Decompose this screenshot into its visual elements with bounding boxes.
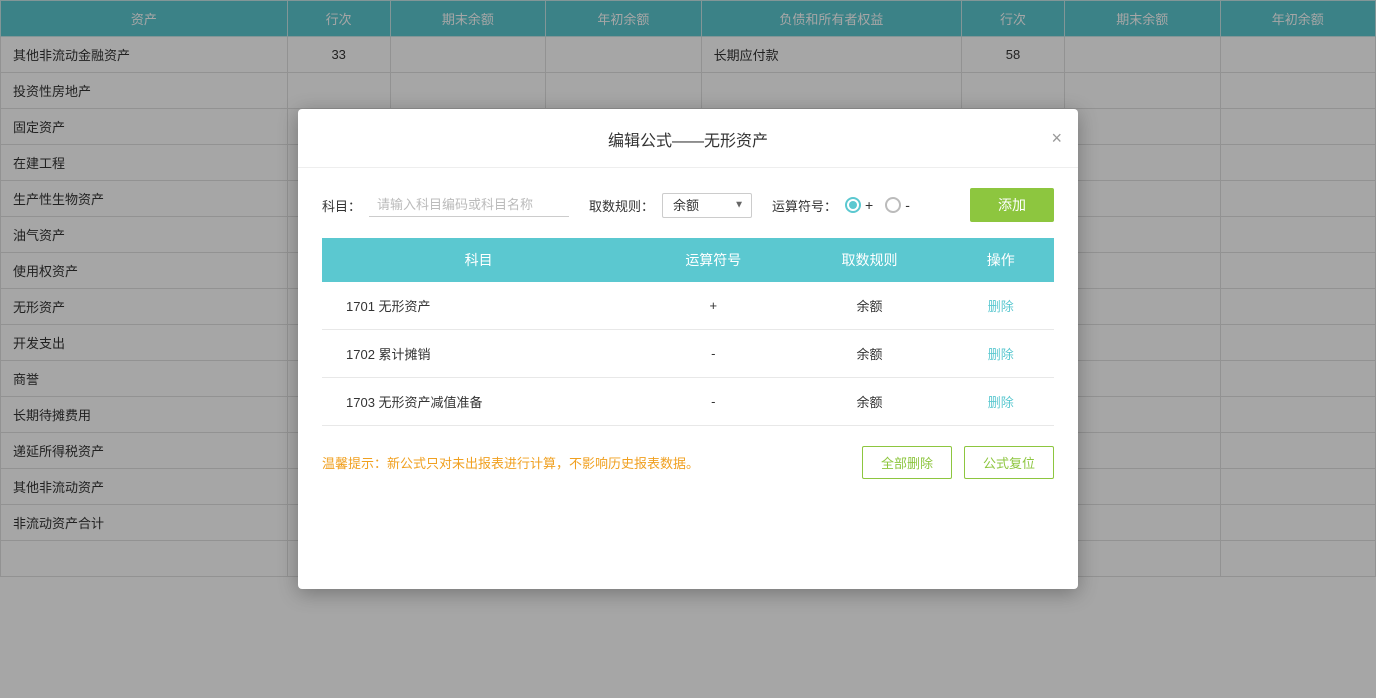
formula-rule-cell: 余额 (791, 378, 947, 426)
rule-select[interactable]: 余额 借方发生额 贷方发生额 (662, 193, 752, 218)
radio-plus-label: + (865, 197, 873, 213)
formula-form: 科目： 取数规则： 余额 借方发生额 贷方发生额 ▼ 运算符号： (298, 168, 1078, 238)
formula-operator-cell: + (635, 282, 791, 330)
formula-table-row: 1703 无形资产减值准备 - 余额 删除 (322, 378, 1054, 426)
rule-group: 取数规则： 余额 借方发生额 贷方发生额 ▼ (589, 193, 752, 218)
modal-title: 编辑公式——无形资产 (608, 127, 768, 151)
add-button[interactable]: 添加 (970, 188, 1054, 222)
modal-dialog: 编辑公式——无形资产 × 科目： 取数规则： 余额 借方发生额 贷方发生额 ▼ (298, 109, 1078, 589)
formula-subject-cell: 1701 无形资产 (322, 282, 635, 330)
modal-overlay: 编辑公式——无形资产 × 科目： 取数规则： 余额 借方发生额 贷方发生额 ▼ (0, 0, 1376, 698)
formula-table-wrap: 科目 运算符号 取数规则 操作 1701 无形资产 + 余额 删除 1702 累… (322, 238, 1054, 426)
operator-label: 运算符号： (772, 196, 837, 215)
modal-footer: 温馨提示：新公式只对未出报表进行计算，不影响历史报表数据。 全部删除 公式复位 (298, 426, 1078, 479)
hint-text: 温馨提示：新公式只对未出报表进行计算，不影响历史报表数据。 (322, 453, 699, 472)
reset-formula-button[interactable]: 公式复位 (964, 446, 1054, 479)
radio-minus-item[interactable]: - (885, 197, 910, 213)
formula-operator-cell: - (635, 330, 791, 378)
formula-action-cell: 删除 (948, 378, 1054, 426)
formula-action-cell: 删除 (948, 330, 1054, 378)
formula-rule-cell: 余额 (791, 282, 947, 330)
formula-subject-cell: 1702 累计摊销 (322, 330, 635, 378)
formula-rule-cell: 余额 (791, 330, 947, 378)
radio-minus-label: - (905, 197, 910, 213)
footer-buttons: 全部删除 公式复位 (862, 446, 1054, 479)
formula-table-row: 1702 累计摊销 - 余额 删除 (322, 330, 1054, 378)
delete-row-button[interactable]: 删除 (988, 344, 1014, 363)
col-header-operator: 运算符号 (635, 238, 791, 282)
subject-input[interactable] (369, 193, 569, 217)
delete-row-button[interactable]: 删除 (988, 392, 1014, 411)
formula-table: 科目 运算符号 取数规则 操作 1701 无形资产 + 余额 删除 1702 累… (322, 238, 1054, 426)
subject-group: 科目： (322, 193, 569, 217)
col-header-rule: 取数规则 (791, 238, 947, 282)
modal-header: 编辑公式——无形资产 × (298, 109, 1078, 168)
subject-label: 科目： (322, 196, 361, 215)
rule-select-container: 余额 借方发生额 贷方发生额 ▼ (662, 193, 752, 218)
radio-plus-circle (845, 197, 861, 213)
col-header-action: 操作 (948, 238, 1054, 282)
formula-table-header-row: 科目 运算符号 取数规则 操作 (322, 238, 1054, 282)
delete-all-button[interactable]: 全部删除 (862, 446, 952, 479)
formula-action-cell: 删除 (948, 282, 1054, 330)
formula-operator-cell: - (635, 378, 791, 426)
formula-subject-cell: 1703 无形资产减值准备 (322, 378, 635, 426)
radio-plus-item[interactable]: + (845, 197, 873, 213)
radio-minus-circle (885, 197, 901, 213)
modal-close-button[interactable]: × (1051, 129, 1062, 147)
rule-label: 取数规则： (589, 196, 654, 215)
operator-group: 运算符号： + - (772, 196, 910, 215)
col-header-subject: 科目 (322, 238, 635, 282)
formula-table-row: 1701 无形资产 + 余额 删除 (322, 282, 1054, 330)
operator-radio-group: + - (845, 197, 910, 213)
delete-row-button[interactable]: 删除 (988, 296, 1014, 315)
